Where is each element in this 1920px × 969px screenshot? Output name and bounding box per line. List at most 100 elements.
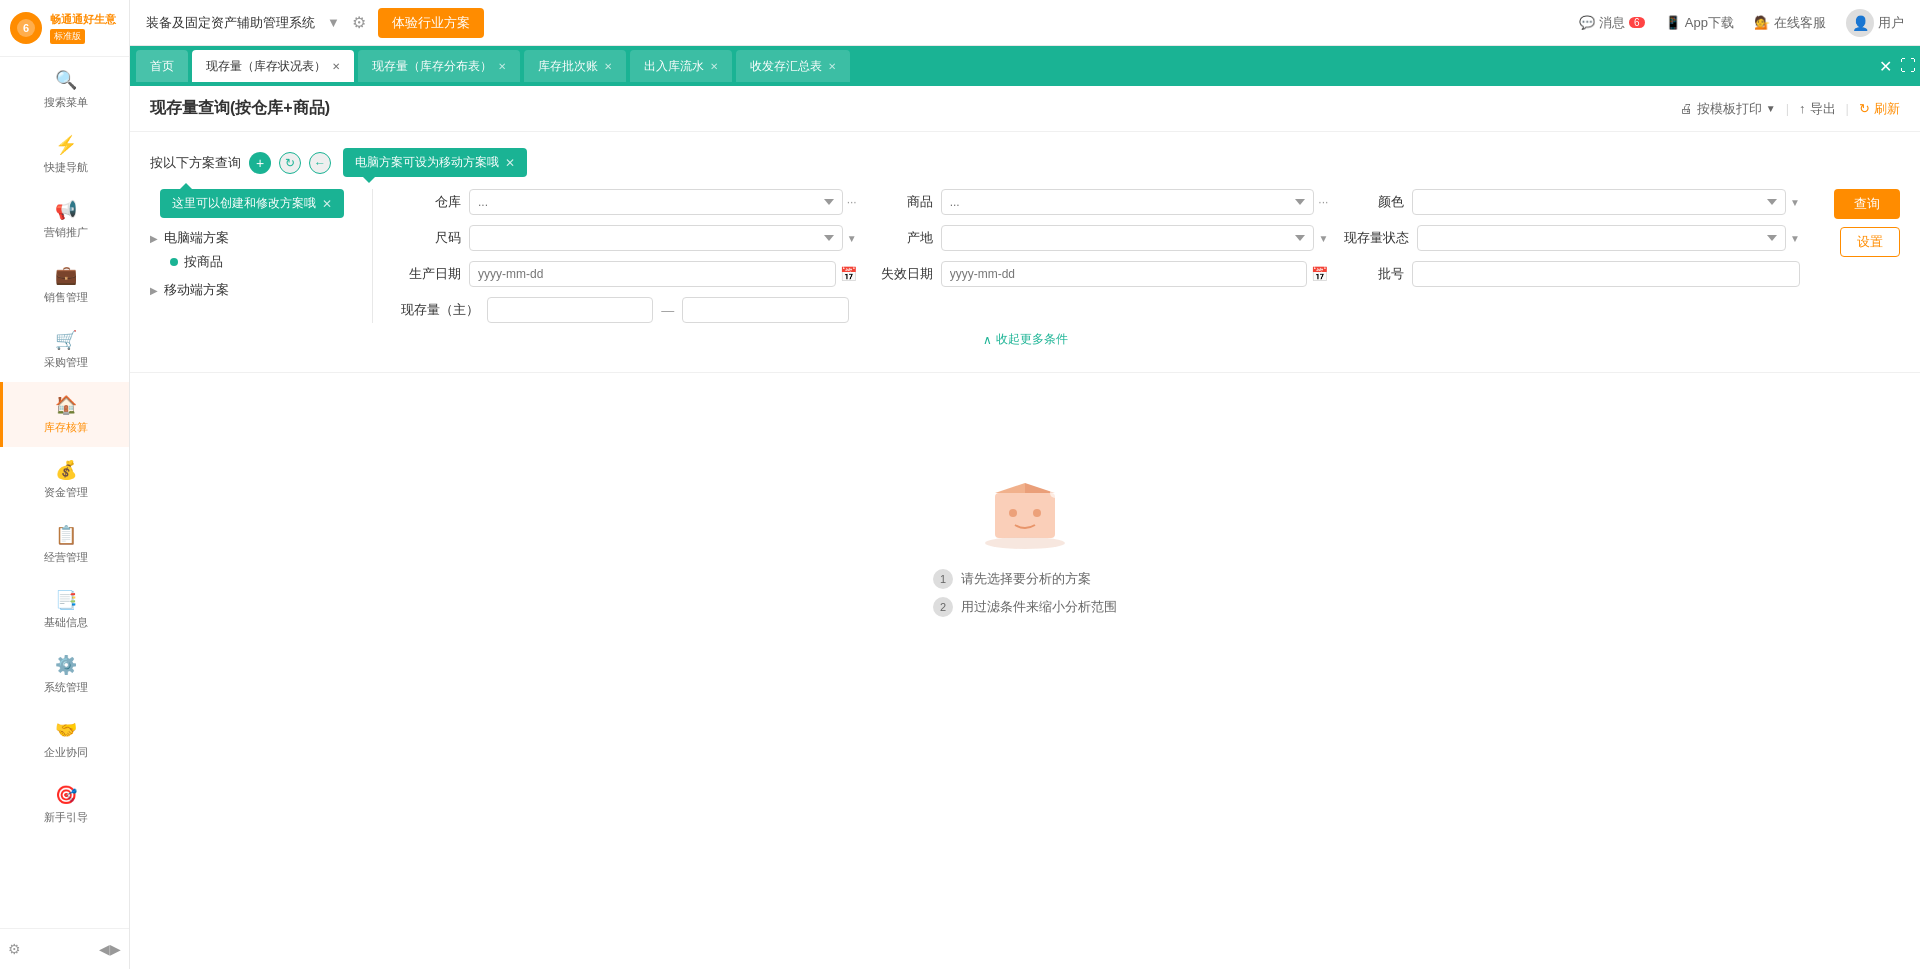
filter-back-btn[interactable]: ←: [309, 152, 331, 174]
desktop-scheme-header[interactable]: ▶ 电脑端方案: [150, 226, 344, 250]
tooltip2-close-btn[interactable]: ✕: [322, 197, 332, 211]
setting-btn[interactable]: 设置: [1840, 227, 1900, 257]
operations-icon: 📋: [55, 524, 77, 546]
sidebar-item-guide[interactable]: 🎯 新手引导: [0, 772, 129, 837]
print-dropdown-icon: ▼: [1766, 103, 1776, 114]
tab-close-inventory-dist[interactable]: ✕: [498, 61, 506, 72]
sidebar-item-operations[interactable]: 📋 经营管理: [0, 512, 129, 577]
filter-row-1: 仓库 ··· 商品: [401, 189, 1800, 215]
step-1-text: 请先选择要分析的方案: [961, 570, 1091, 588]
expiry-date-input[interactable]: [941, 261, 1308, 287]
production-date-label: 生产日期: [401, 265, 461, 283]
mobile-scheme-group: ▶ 移动端方案: [150, 278, 344, 302]
stock-main-input-from[interactable]: [487, 297, 653, 323]
color-input[interactable]: [1412, 189, 1786, 215]
sales-icon: 💼: [55, 264, 77, 286]
print-btn[interactable]: 🖨 按模板打印 ▼: [1680, 100, 1776, 118]
origin-input[interactable]: [941, 225, 1315, 251]
sidebar-item-search[interactable]: 🔍 搜索菜单: [0, 57, 129, 122]
dropdown-arrow-icon[interactable]: ▼: [327, 15, 340, 30]
sidebar-item-marketing[interactable]: 📢 营销推广: [0, 187, 129, 252]
collapse-more-btn[interactable]: ∧ 收起更多条件: [983, 331, 1068, 348]
tab-fullscreen-btn[interactable]: ⛶: [1900, 57, 1916, 75]
collapse-sidebar-btn[interactable]: ◀▶: [99, 941, 121, 957]
tooltip1-arrow: [363, 177, 375, 183]
sidebar-item-sales[interactable]: 💼 销售管理: [0, 252, 129, 317]
production-date-calendar-icon[interactable]: 📅: [840, 266, 857, 282]
message-badge: 6: [1629, 17, 1645, 28]
query-btn[interactable]: 查询: [1834, 189, 1900, 219]
filter-add-scheme-btn[interactable]: +: [249, 152, 271, 174]
logo-icon: 6: [10, 12, 42, 44]
filter-expiry-date: 失效日期 📅: [873, 261, 1329, 287]
tab-inventory-status[interactable]: 现存量（库存状况表） ✕: [192, 50, 354, 82]
phone-icon: 📱: [1665, 15, 1681, 30]
tab-inout[interactable]: 出入库流水 ✕: [630, 50, 732, 82]
filter-production-date: 生产日期 📅: [401, 261, 857, 287]
page-header: 现存量查询(按仓库+商品) 🖨 按模板打印 ▼ | ↑ 导出 |: [130, 86, 1920, 132]
warehouse-more-icon: ···: [847, 195, 857, 209]
scheme-item-goods[interactable]: 按商品: [170, 250, 344, 274]
svg-point-8: [985, 537, 1065, 549]
export-icon: ↑: [1799, 101, 1806, 116]
mobile-scheme-header[interactable]: ▶ 移动端方案: [150, 278, 344, 302]
size-input[interactable]: [469, 225, 843, 251]
online-support-btn[interactable]: 💁 在线客服: [1754, 14, 1826, 32]
user-btn[interactable]: 👤 用户: [1846, 9, 1904, 37]
production-date-input[interactable]: [469, 261, 836, 287]
tab-home[interactable]: 首页: [136, 50, 188, 82]
goods-input[interactable]: [941, 189, 1315, 215]
stock-main-input-to[interactable]: [682, 297, 848, 323]
color-dropdown-icon: ▼: [1790, 197, 1800, 208]
svg-point-5: [1009, 509, 1017, 517]
stock-status-dropdown-icon: ▼: [1790, 233, 1800, 244]
filter-area: 按以下方案查询 + ↻ ← 电脑方案可设为移动方案哦 ✕: [130, 132, 1920, 373]
filter-refresh-btn[interactable]: ↻: [279, 152, 301, 174]
page-inner: 现存量查询(按仓库+商品) 🖨 按模板打印 ▼ | ↑ 导出 |: [130, 86, 1920, 969]
settings-bottom-btn[interactable]: ⚙: [8, 941, 21, 957]
app-download-btn[interactable]: 📱 App下载: [1665, 14, 1734, 32]
quick-nav-icon: ⚡: [55, 134, 77, 156]
message-icon: 💬: [1579, 15, 1595, 30]
refresh-btn[interactable]: ↻ 刷新: [1859, 100, 1900, 118]
expiry-date-calendar-icon[interactable]: 📅: [1311, 266, 1328, 282]
tab-close-inventory-status[interactable]: ✕: [332, 61, 340, 72]
settings-gear-icon[interactable]: ⚙: [352, 13, 366, 32]
goods-label: 商品: [873, 193, 933, 211]
export-btn[interactable]: ↑ 导出: [1799, 100, 1836, 118]
basic-info-icon: 📑: [55, 589, 77, 611]
batch-input[interactable]: [1412, 261, 1800, 287]
sidebar: 6 畅通通好生意 标准版 🔍 搜索菜单 ⚡ 快捷导航 📢 营销推广 💼: [0, 0, 130, 969]
sidebar-item-basic-info[interactable]: 📑 基础信息: [0, 577, 129, 642]
divider: [372, 189, 373, 323]
tab-close-inout[interactable]: ✕: [710, 61, 718, 72]
sidebar-item-enterprise[interactable]: 🤝 企业协同: [0, 707, 129, 772]
step-2-text: 用过滤条件来缩小分析范围: [961, 598, 1117, 616]
filter-goods: 商品 ···: [873, 189, 1329, 215]
tab-batch[interactable]: 库存批次账 ✕: [524, 50, 626, 82]
warehouse-input[interactable]: [469, 189, 843, 215]
tab-close-batch[interactable]: ✕: [604, 61, 612, 72]
sidebar-item-inventory[interactable]: 🏠 库存核算: [0, 382, 129, 447]
print-icon: 🖨: [1680, 101, 1693, 116]
tooltip1-close-btn[interactable]: ✕: [505, 156, 515, 170]
svg-point-7: [1050, 488, 1060, 498]
goods-more-icon: ···: [1318, 195, 1328, 209]
size-label: 尺码: [401, 229, 461, 247]
tab-close-summary[interactable]: ✕: [828, 61, 836, 72]
stock-status-label: 现存量状态: [1344, 229, 1409, 247]
sidebar-item-quick-nav[interactable]: ⚡ 快捷导航: [0, 122, 129, 187]
trial-btn[interactable]: 体验行业方案: [378, 8, 484, 38]
tab-inventory-dist[interactable]: 现存量（库存分布表） ✕: [358, 50, 520, 82]
message-btn[interactable]: 💬 消息 6: [1579, 14, 1645, 32]
refresh-icon: ↻: [1859, 101, 1870, 116]
tab-close-all-btn[interactable]: ✕: [1879, 57, 1892, 76]
sidebar-item-system[interactable]: ⚙️ 系统管理: [0, 642, 129, 707]
sidebar-item-purchase[interactable]: 🛒 采购管理: [0, 317, 129, 382]
tab-summary[interactable]: 收发存汇总表 ✕: [736, 50, 850, 82]
empty-state-steps: 1 请先选择要分析的方案 2 用过滤条件来缩小分析范围: [933, 569, 1117, 617]
desktop-scheme-children: 按商品: [150, 250, 344, 274]
sidebar-item-finance[interactable]: 💰 资金管理: [0, 447, 129, 512]
sidebar-logo: 6 畅通通好生意 标准版: [0, 0, 129, 57]
stock-status-input[interactable]: [1417, 225, 1786, 251]
